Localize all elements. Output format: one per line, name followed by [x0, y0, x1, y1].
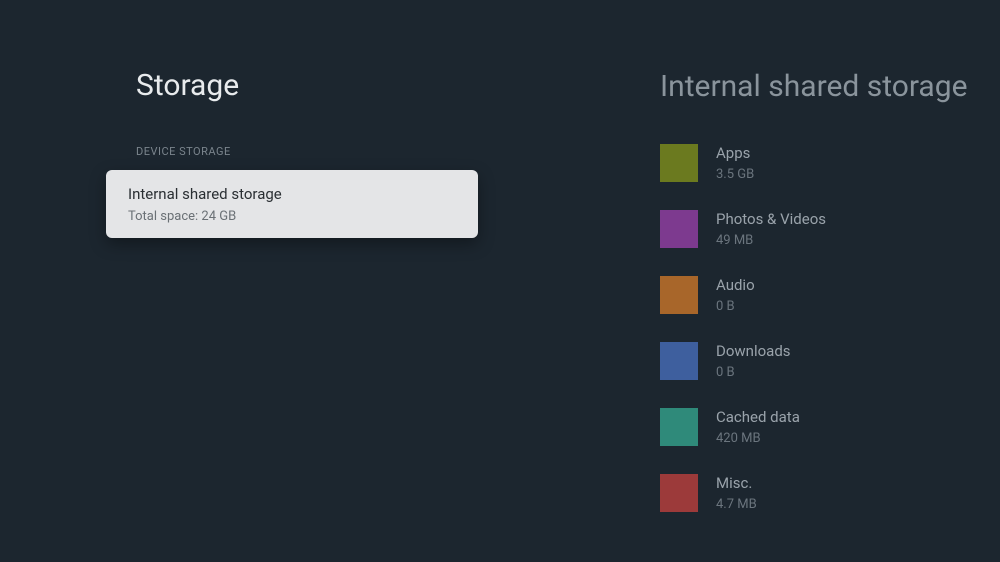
swatch-icon — [660, 408, 698, 446]
category-label: Apps — [716, 144, 754, 162]
detail-title: Internal shared storage — [660, 68, 1000, 106]
category-label: Misc. — [716, 474, 757, 492]
storage-card-title: Internal shared storage — [128, 185, 456, 203]
storage-card-subtitle: Total space: 24 GB — [128, 209, 456, 224]
swatch-icon — [660, 210, 698, 248]
category-size: 0 B — [716, 299, 755, 314]
category-label: Downloads — [716, 342, 791, 360]
device-storage-header: DEVICE STORAGE — [136, 145, 530, 158]
category-cached-data[interactable]: Cached data 420 MB — [660, 408, 1000, 446]
internal-storage-card[interactable]: Internal shared storage Total space: 24 … — [106, 170, 478, 238]
category-photos-videos[interactable]: Photos & Videos 49 MB — [660, 210, 1000, 248]
category-size: 3.5 GB — [716, 167, 754, 182]
category-label: Photos & Videos — [716, 210, 826, 228]
swatch-icon — [660, 144, 698, 182]
category-label: Audio — [716, 276, 755, 294]
category-list: Apps 3.5 GB Photos & Videos 49 MB Audio … — [660, 144, 1000, 512]
left-panel: Storage DEVICE STORAGE Internal shared s… — [0, 0, 530, 238]
category-downloads[interactable]: Downloads 0 B — [660, 342, 1000, 380]
category-size: 420 MB — [716, 431, 800, 446]
category-apps[interactable]: Apps 3.5 GB — [660, 144, 1000, 182]
swatch-icon — [660, 342, 698, 380]
page-title: Storage — [136, 68, 530, 103]
swatch-icon — [660, 474, 698, 512]
category-size: 0 B — [716, 365, 791, 380]
category-label: Cached data — [716, 408, 800, 426]
category-misc[interactable]: Misc. 4.7 MB — [660, 474, 1000, 512]
swatch-icon — [660, 276, 698, 314]
category-size: 49 MB — [716, 233, 826, 248]
category-audio[interactable]: Audio 0 B — [660, 276, 1000, 314]
right-panel: Internal shared storage Apps 3.5 GB Phot… — [660, 68, 1000, 512]
category-size: 4.7 MB — [716, 497, 757, 512]
